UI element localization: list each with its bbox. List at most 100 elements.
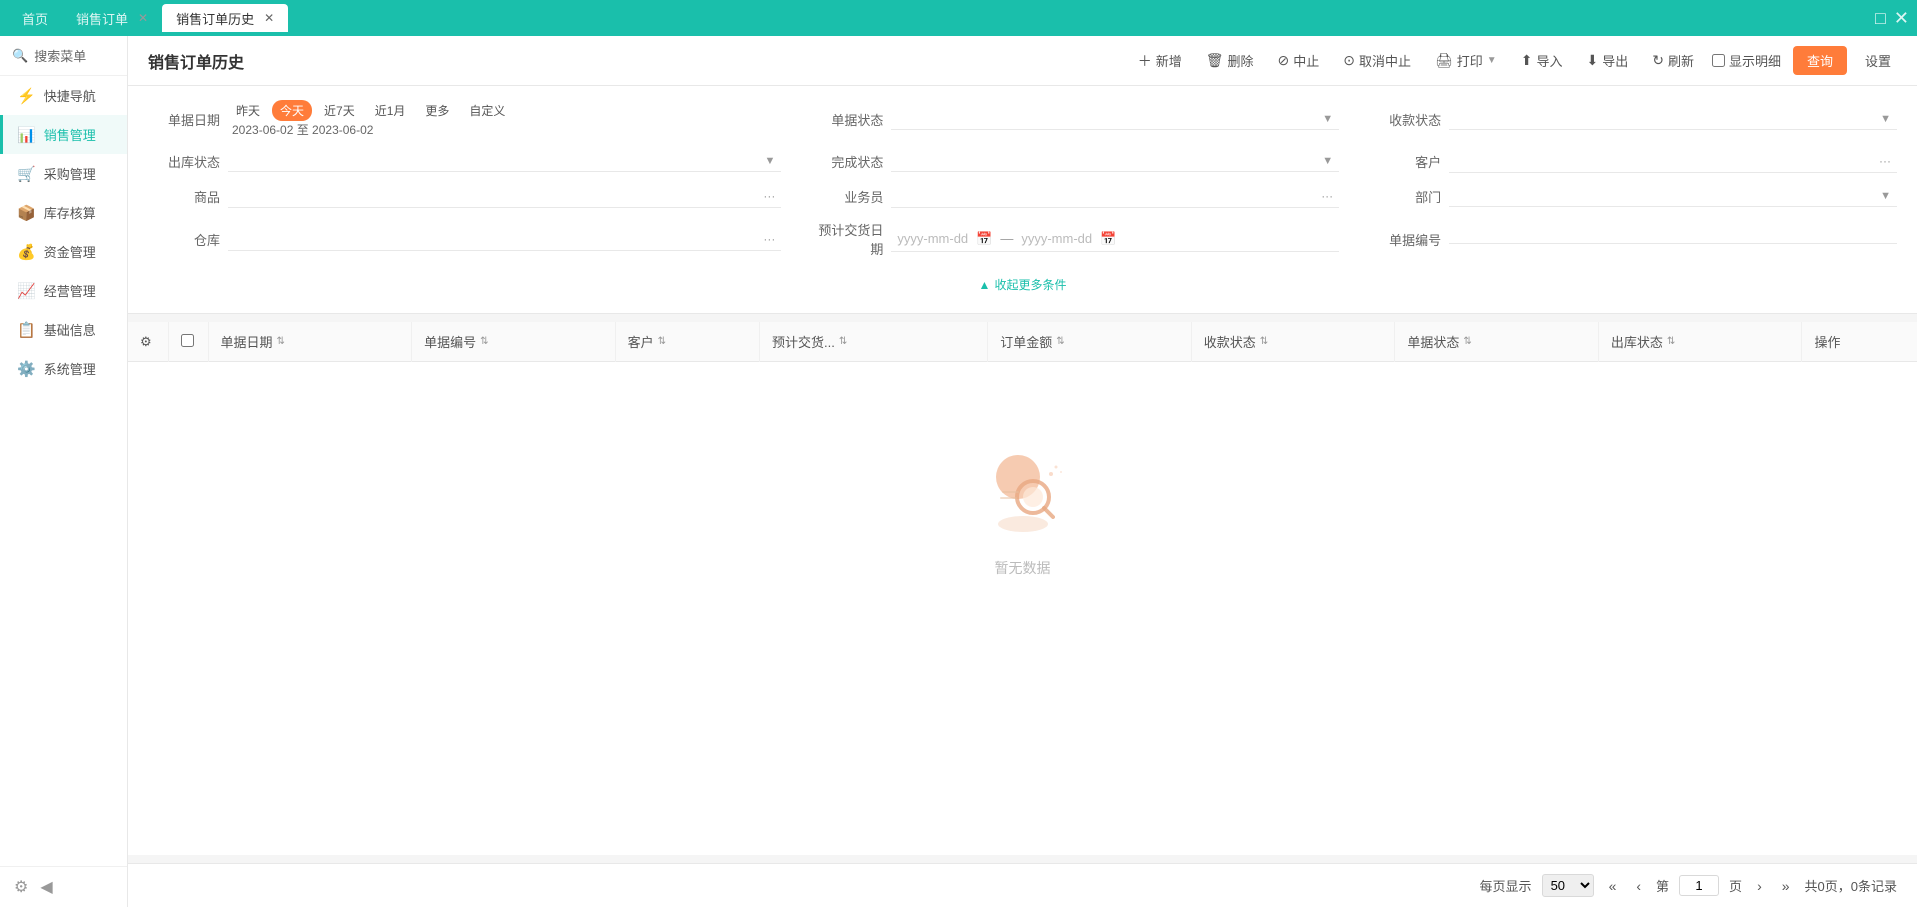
order-no-input[interactable] — [1449, 235, 1897, 244]
pay-status-select[interactable]: ▼ — [1449, 109, 1897, 130]
window-restore-btn[interactable]: □ — [1875, 8, 1886, 29]
sort-amount[interactable]: 订单金额 ⇅ — [1000, 332, 1179, 351]
sidebar-item-operations-label: 经营管理 — [44, 281, 96, 300]
tab-sales-order[interactable]: 销售订单 ✕ — [62, 4, 162, 32]
stop-button[interactable]: ⊘ 中止 — [1272, 48, 1326, 73]
page-title: 销售订单历史 — [148, 49, 1132, 73]
dept-label: 部门 — [1369, 187, 1449, 206]
dept-select[interactable]: ▼ — [1449, 186, 1897, 207]
table-col-pay-status: 收款状态 ⇅ — [1191, 322, 1395, 362]
sidebar-item-system[interactable]: ⚙️ 系统管理 — [0, 349, 127, 388]
print-button[interactable]: 🖨 打印 ▼ — [1429, 48, 1503, 73]
sort-order-status[interactable]: 单据状态 ⇅ — [1407, 332, 1586, 351]
purchase-mgmt-icon: 🛒 — [17, 165, 36, 183]
prev-page-btn[interactable]: ‹ — [1631, 876, 1646, 896]
goods-ellipsis[interactable]: ··· — [763, 189, 775, 203]
sort-pay-status[interactable]: 收款状态 ⇅ — [1204, 332, 1383, 351]
sort-expected-date[interactable]: 预计交货... ⇅ — [772, 332, 975, 351]
order-status-select[interactable]: ▼ — [891, 109, 1339, 130]
page-header: 销售订单历史 ＋ 新增 🗑 删除 ⊘ 中止 ⊙ 取消中止 — [128, 36, 1917, 86]
date-btn-yesterday[interactable]: 昨天 — [228, 100, 268, 121]
date-btn-today[interactable]: 今天 — [272, 100, 312, 121]
new-button[interactable]: ＋ 新增 — [1132, 48, 1188, 74]
tab-sales-order-history[interactable]: 销售订单历史 ✕ — [162, 4, 288, 32]
sidebar-collapse-icon[interactable]: ◀ — [40, 877, 52, 897]
sidebar-item-finance[interactable]: 💰 资金管理 — [0, 232, 127, 271]
stop-icon: ⊘ — [1278, 52, 1290, 69]
table-col-checkbox — [168, 322, 208, 362]
display-detail-checkbox[interactable] — [1712, 54, 1725, 67]
date-btn-more[interactable]: 更多 — [417, 100, 457, 121]
filter-row-3: 商品 ··· 业务员 ··· 部门 — [148, 185, 1897, 208]
col-out-status-label: 出库状态 — [1611, 332, 1663, 351]
warehouse-ellipsis[interactable]: ··· — [763, 232, 775, 246]
salesman-ellipsis[interactable]: ··· — [1321, 189, 1333, 203]
sidebar-settings-icon[interactable]: ⚙ — [14, 877, 28, 897]
tab-sales-order-close[interactable]: ✕ — [138, 11, 148, 25]
collapse-bar[interactable]: ▲ 收起更多条件 — [148, 270, 1897, 299]
sidebar-item-purchase-mgmt[interactable]: 🛒 采购管理 — [0, 154, 127, 193]
top-tab-bar: 首页 销售订单 ✕ 销售订单历史 ✕ □ ✕ — [0, 0, 1917, 36]
print-label: 打印 — [1457, 51, 1483, 70]
date-label: 单据日期 — [148, 110, 228, 129]
table-col-order-no: 单据编号 ⇅ — [412, 322, 616, 362]
calendar-to-icon[interactable]: 📅 — [1100, 231, 1116, 247]
sidebar-search[interactable]: 🔍 搜索菜单 — [0, 36, 127, 76]
refresh-button[interactable]: ↻ 刷新 — [1646, 48, 1700, 73]
filter-row-1: 单据日期 昨天 今天 近7天 近1月 更多 自定义 2023-06-02 至 2… — [148, 100, 1897, 138]
window-close-btn[interactable]: ✕ — [1894, 8, 1909, 29]
warehouse-input[interactable]: ··· — [228, 228, 781, 251]
table-settings-icon[interactable]: ⚙ — [140, 334, 152, 349]
first-page-btn[interactable]: « — [1604, 876, 1622, 896]
export-button[interactable]: ⬇ 导出 — [1580, 48, 1634, 73]
sidebar-item-sales-mgmt[interactable]: 📊 销售管理 — [0, 115, 127, 154]
complete-status-select[interactable]: ▼ — [891, 151, 1339, 172]
date-btn-1month[interactable]: 近1月 — [367, 100, 414, 121]
date-filter-group: 单据日期 昨天 今天 近7天 近1月 更多 自定义 2023-06-02 至 2… — [148, 100, 781, 138]
sort-customer[interactable]: 客户 ⇅ — [628, 332, 747, 351]
import-icon: ⬆ — [1521, 52, 1533, 69]
cancel-stop-button[interactable]: ⊙ 取消中止 — [1337, 48, 1417, 73]
total-text: 共0页，0条记录 — [1805, 876, 1897, 895]
filter-row-2: 出库状态 ▼ 完成状态 ▼ 客户 — [148, 150, 1897, 173]
out-status-select[interactable]: ▼ — [228, 151, 781, 172]
new-label: 新增 — [1156, 51, 1182, 70]
sidebar-item-inventory-label: 库存核算 — [44, 203, 96, 222]
main-layout: 🔍 搜索菜单 ⚡ 快捷导航 📊 销售管理 🛒 采购管理 📦 库存核算 💰 资金管… — [0, 36, 1917, 907]
customer-ellipsis[interactable]: ··· — [1879, 154, 1891, 168]
customer-input[interactable]: ··· — [1449, 150, 1897, 173]
page-number-input[interactable] — [1679, 875, 1719, 896]
tab-sales-order-history-close[interactable]: ✕ — [264, 11, 274, 25]
last-page-btn[interactable]: » — [1777, 876, 1795, 896]
refresh-icon: ↻ — [1652, 52, 1664, 69]
sidebar-item-operations[interactable]: 📈 经营管理 — [0, 271, 127, 310]
settings-button[interactable]: 设置 — [1859, 48, 1897, 73]
sort-out-status[interactable]: 出库状态 ⇅ — [1611, 332, 1790, 351]
sort-date[interactable]: 单据日期 ⇅ — [221, 332, 400, 351]
sort-order-no[interactable]: 单据编号 ⇅ — [424, 332, 603, 351]
customer-label: 客户 — [1369, 152, 1449, 171]
next-page-btn[interactable]: › — [1752, 876, 1767, 896]
sort-expected-date-icon: ⇅ — [839, 336, 847, 347]
sidebar-item-inventory[interactable]: 📦 库存核算 — [0, 193, 127, 232]
select-all-checkbox[interactable] — [181, 334, 194, 347]
delete-button[interactable]: 🗑 删除 — [1200, 48, 1260, 73]
sidebar-item-basics[interactable]: 📋 基础信息 — [0, 310, 127, 349]
display-detail-checkbox-group: 显示明细 — [1712, 51, 1781, 70]
salesman-input[interactable]: ··· — [891, 185, 1339, 208]
expected-date-label: 预计交货日期 — [811, 220, 891, 258]
basics-icon: 📋 — [17, 321, 36, 339]
query-button[interactable]: 查询 — [1793, 46, 1847, 75]
pay-status-filter: 收款状态 ▼ — [1369, 109, 1897, 130]
calendar-from-icon[interactable]: 📅 — [976, 231, 992, 247]
date-btn-7days[interactable]: 近7天 — [316, 100, 363, 121]
empty-text: 暂无数据 — [995, 558, 1051, 578]
tab-home[interactable]: 首页 — [8, 4, 62, 32]
expected-date-from[interactable]: yyyy-mm-dd 📅 — yyyy-mm-dd 📅 — [891, 227, 1339, 252]
import-button[interactable]: ⬆ 导入 — [1515, 48, 1569, 73]
sort-pay-status-icon: ⇅ — [1260, 336, 1268, 347]
goods-input[interactable]: ··· — [228, 185, 781, 208]
sidebar-item-quick-nav[interactable]: ⚡ 快捷导航 — [0, 76, 127, 115]
date-btn-custom[interactable]: 自定义 — [461, 100, 513, 121]
page-size-select[interactable]: 10 20 50 100 — [1542, 874, 1594, 897]
